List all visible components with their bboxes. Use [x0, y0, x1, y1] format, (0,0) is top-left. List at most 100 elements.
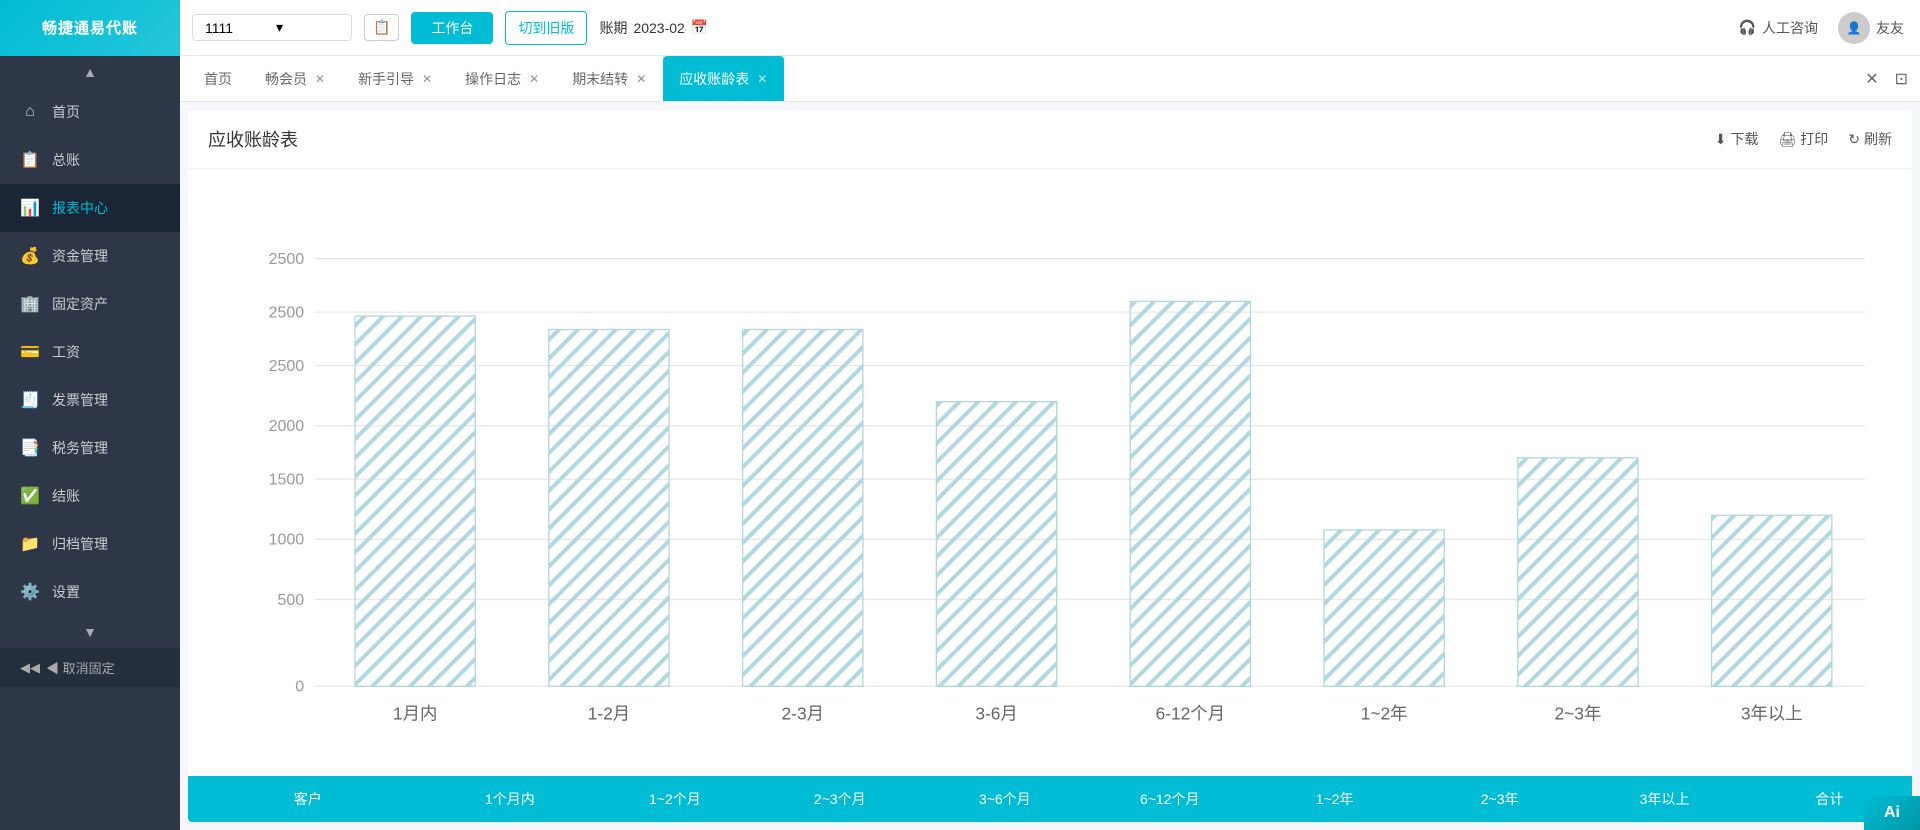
period-value: 2023-02 [633, 20, 684, 36]
tab-closing[interactable]: 期末结转 ✕ [556, 56, 663, 101]
content-area: 首页 畅会员 ✕ 新手引导 ✕ 操作日志 ✕ 期末结转 ✕ 应收账龄表 ✕ [180, 56, 1920, 830]
tab-expand-btn[interactable]: ⊡ [1891, 65, 1912, 93]
period-label: 账期 [599, 18, 627, 38]
chart-container: 2500 2500 2500 2000 1500 1000 500 0 [188, 169, 1912, 776]
sidebar-item-home[interactable]: ⌂ 首页 [0, 88, 180, 136]
col-1-2year: 1~2年 [1252, 789, 1417, 809]
sidebar-label-settings: 设置 [52, 582, 80, 602]
svg-text:3-6月: 3-6月 [975, 704, 1017, 724]
bar-chart: 2500 2500 2500 2000 1500 1000 500 0 [208, 185, 1892, 760]
dropdown-icon: ▾ [276, 19, 339, 36]
period-area: 账期 2023-02 📅 [599, 18, 708, 38]
tab-closing-label: 期末结转 [572, 69, 628, 89]
tab-guide[interactable]: 新手引导 ✕ [342, 56, 449, 101]
tab-home[interactable]: 首页 [188, 56, 249, 101]
tax-icon: 📑 [20, 438, 40, 458]
tab-actions: ✕ ⊡ [1861, 65, 1912, 93]
invoice-icon: 🧾 [20, 390, 40, 410]
svg-text:2500: 2500 [269, 303, 305, 321]
settings-icon: ⚙️ [20, 582, 40, 602]
ai-badge[interactable]: Ai [1864, 796, 1920, 830]
tab-member-close[interactable]: ✕ [315, 72, 325, 86]
x-axis-labels: 1月内 1-2月 2-3月 3-6月 6-12个月 1~2年 2~3年 3年以上 [393, 704, 1803, 724]
sidebar-item-ledger[interactable]: 📋 总账 [0, 136, 180, 184]
sidebar-item-archive[interactable]: 📁 归档管理 [0, 520, 180, 568]
switch-version-button[interactable]: 切到旧版 [505, 11, 587, 45]
download-btn[interactable]: ⬇ 下载 [1715, 129, 1759, 149]
svg-text:2500: 2500 [269, 250, 305, 268]
tab-close-all-btn[interactable]: ✕ [1861, 65, 1882, 93]
company-selector[interactable]: 1111 ▾ [192, 14, 352, 41]
col-customer: 客户 [188, 789, 427, 809]
sidebar-label-invoice: 发票管理 [52, 390, 108, 410]
bar-1-2年 [1324, 530, 1444, 686]
sidebar-scroll-down[interactable]: ▼ [0, 616, 180, 648]
ai-label: Ai [1884, 804, 1900, 821]
svg-text:6-12个月: 6-12个月 [1156, 704, 1225, 724]
sidebar-item-reports[interactable]: 📊 报表中心 [0, 184, 180, 232]
sidebar-scroll-up[interactable]: ▲ [0, 56, 180, 88]
svg-text:1~2年: 1~2年 [1361, 704, 1408, 724]
tab-bar: 首页 畅会员 ✕ 新手引导 ✕ 操作日志 ✕ 期末结转 ✕ 应收账龄表 ✕ [180, 56, 1920, 102]
workbench-button[interactable]: 工作台 [411, 12, 493, 44]
tab-aging-close[interactable]: ✕ [757, 72, 767, 86]
tab-aging[interactable]: 应收账龄表 ✕ [663, 56, 784, 101]
avatar: 👤 [1838, 12, 1870, 44]
sidebar-item-assets[interactable]: 🏢 固定资产 [0, 280, 180, 328]
tab-guide-close[interactable]: ✕ [422, 72, 432, 86]
sidebar-item-funds[interactable]: 💰 资金管理 [0, 232, 180, 280]
bar-3-6月 [936, 402, 1056, 687]
sidebar-item-invoice[interactable]: 🧾 发票管理 [0, 376, 180, 424]
calendar-icon[interactable]: 📅 [691, 19, 708, 36]
print-btn[interactable]: 🖨 打印 [1778, 129, 1828, 149]
col-1month: 1个月内 [427, 789, 592, 809]
sidebar-item-settings[interactable]: ⚙️ 设置 [0, 568, 180, 616]
page-content: 应收账龄表 ⬇ 下载 🖨 打印 ↻ 刷新 [188, 110, 1912, 822]
user-name: 友友 [1876, 18, 1904, 38]
bar-1月内 [355, 316, 475, 686]
sidebar-label-funds: 资金管理 [52, 246, 108, 266]
tab-closing-close[interactable]: ✕ [636, 72, 646, 86]
tab-guide-label: 新手引导 [358, 69, 414, 89]
svg-text:1月内: 1月内 [393, 704, 437, 724]
download-icon: ⬇ [1715, 131, 1727, 148]
refresh-label: 刷新 [1864, 129, 1892, 149]
headset-icon: 🎧 [1739, 19, 1756, 36]
human-service-btn[interactable]: 🎧 人工咨询 [1739, 18, 1818, 38]
page-actions: ⬇ 下载 🖨 打印 ↻ 刷新 [1715, 129, 1892, 149]
svg-text:1500: 1500 [269, 471, 305, 489]
svg-text:2500: 2500 [269, 357, 305, 375]
sidebar-pin-btn[interactable]: ◀◀ ◀ 取消固定 [0, 648, 180, 687]
header-right: 🎧 人工咨询 👤 友友 [1739, 12, 1904, 44]
refresh-btn[interactable]: ↻ 刷新 [1848, 129, 1892, 149]
svg-text:2~3年: 2~3年 [1555, 704, 1602, 724]
tab-member[interactable]: 畅会员 ✕ [249, 56, 342, 101]
page-header: 应收账龄表 ⬇ 下载 🖨 打印 ↻ 刷新 [188, 110, 1912, 169]
tab-member-label: 畅会员 [265, 69, 307, 89]
sidebar-label-tax: 税务管理 [52, 438, 108, 458]
tab-oplog[interactable]: 操作日志 ✕ [449, 56, 556, 101]
bar-1-2月 [549, 329, 669, 686]
bar-6-12月 [1130, 301, 1250, 686]
sidebar-item-salary[interactable]: 💳 工资 [0, 328, 180, 376]
tab-oplog-close[interactable]: ✕ [529, 72, 539, 86]
svg-text:2-3月: 2-3月 [782, 704, 824, 724]
sidebar-item-tax[interactable]: 📑 税务管理 [0, 424, 180, 472]
sidebar-item-checkout[interactable]: ✅ 结账 [0, 472, 180, 520]
copy-icon-btn[interactable]: 📋 [364, 14, 399, 41]
archive-icon: 📁 [20, 534, 40, 554]
tab-home-label: 首页 [204, 69, 232, 89]
bar-2-3月 [743, 329, 863, 686]
reports-icon: 📊 [20, 198, 40, 218]
user-info[interactable]: 👤 友友 [1838, 12, 1904, 44]
download-label: 下载 [1730, 129, 1758, 149]
svg-text:1-2月: 1-2月 [588, 704, 630, 724]
app-logo: 畅捷通易代账 [42, 17, 138, 38]
checkout-icon: ✅ [20, 486, 40, 506]
col-3-6month: 3~6个月 [922, 789, 1087, 809]
bar-3年以上 [1712, 515, 1832, 686]
sidebar-label-checkout: 结账 [52, 486, 80, 506]
sidebar-label-ledger: 总账 [52, 150, 80, 170]
logo-area: 畅捷通易代账 [0, 0, 180, 56]
sidebar-label-archive: 归档管理 [52, 534, 108, 554]
